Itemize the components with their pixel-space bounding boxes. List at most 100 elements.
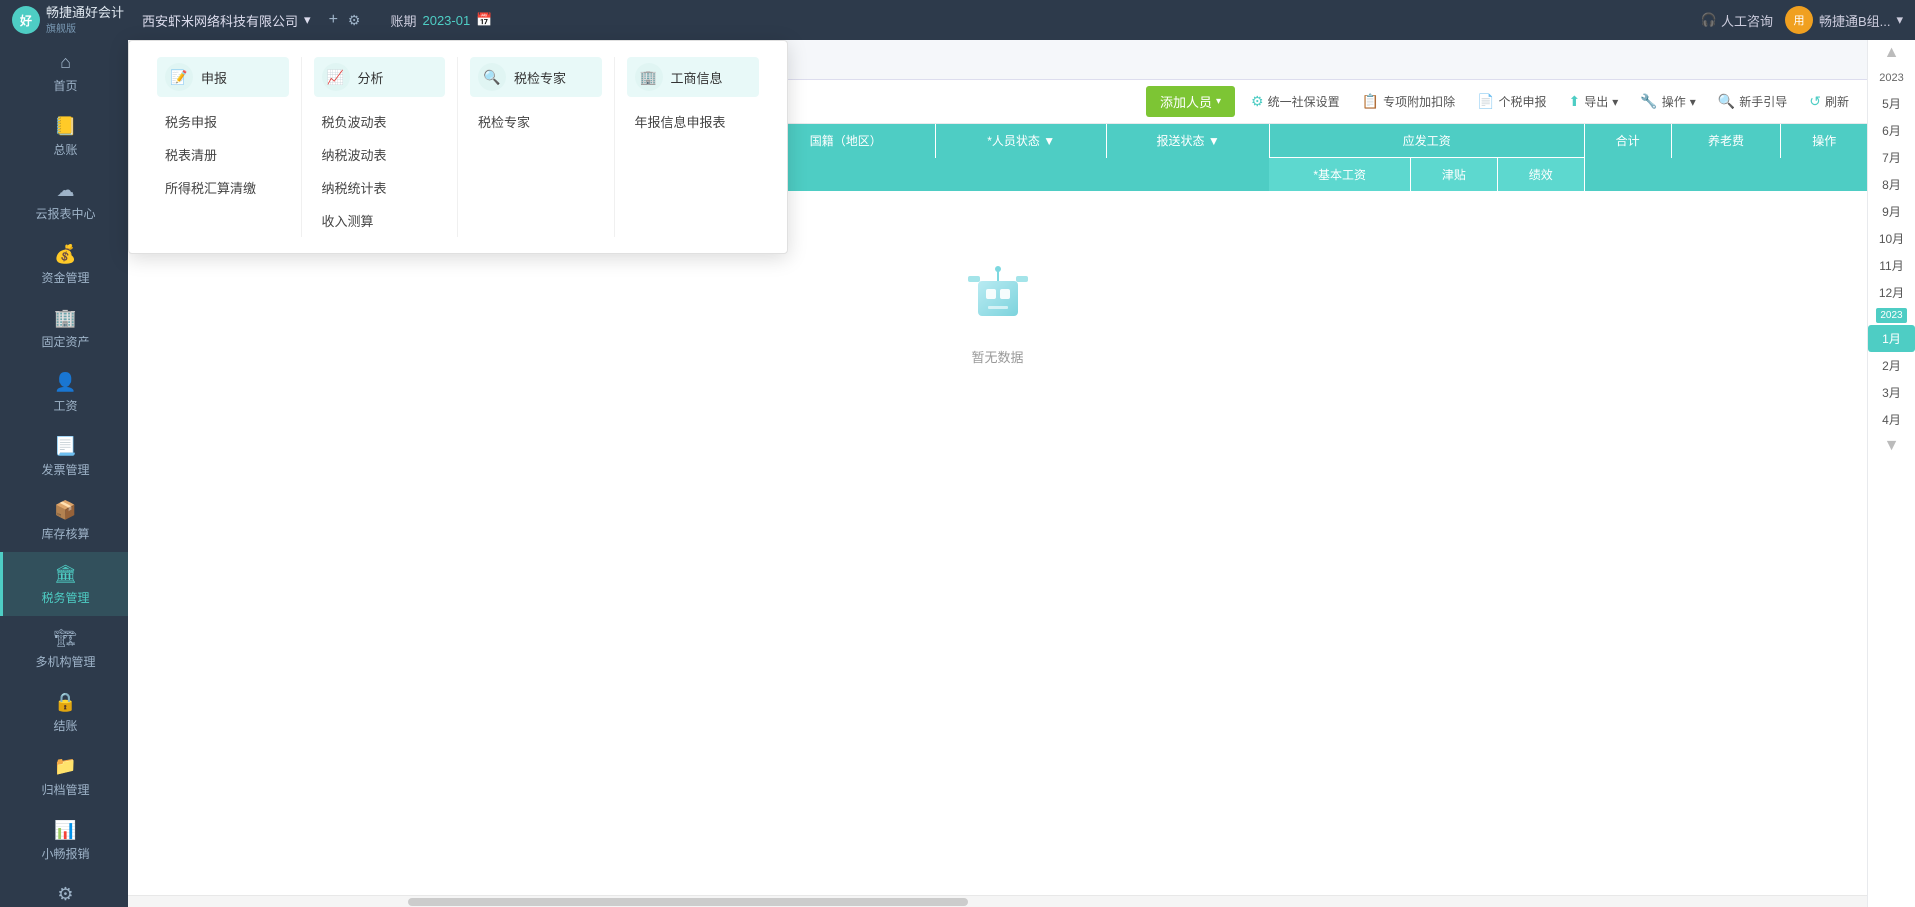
guide-icon: 🔍 [1718,93,1735,110]
timeline-month-8[interactable]: 8月 [1868,171,1915,198]
top-bar-left: 好 畅捷通好会计 旗舰版 西安虾米网络科技有限公司 ▾ + ⚙ 账期 2023-… [12,5,492,36]
add-person-button[interactable]: 添加人员 ▾ [1146,86,1235,117]
right-panel: ▲ 2023 5月 6月 7月 8月 9月 10月 11月 12月 2023 1… [1867,40,1915,907]
guide-button[interactable]: 🔍 新手引导 [1712,89,1793,114]
sidebar-label-invoice: 发票管理 [41,461,89,478]
timeline-up-button[interactable]: ▲ [1880,40,1904,66]
headset-icon: 🎧 [1701,12,1717,28]
refresh-icon: ↺ [1809,93,1821,110]
sidebar-item-tax[interactable]: 🏛 税务管理 [0,552,128,616]
chevron-down-icon: ▾ [304,12,311,28]
user-area[interactable]: 用 畅捷通B组... ▾ [1785,6,1903,34]
th-spacer2 [1584,158,1867,192]
timeline-month-11[interactable]: 11月 [1868,252,1915,279]
sidebar-item-archive[interactable]: 📁 归档管理 [0,744,128,808]
special-deduction-button[interactable]: 📋 专项附加扣除 [1356,89,1461,114]
sidebar-item-multi-org[interactable]: 🏗 多机构管理 [0,616,128,680]
business-icon: 🏢 [635,63,663,91]
settings-icon[interactable]: ⚙ [348,12,361,29]
timeline-month-2[interactable]: 2月 [1868,352,1915,379]
sidebar-item-closing[interactable]: 🔒 结账 [0,680,128,744]
tax-section-header-analysis: 📈 分析 [314,57,446,97]
operation-icon: 🔧 [1640,93,1657,110]
basic-settings-icon: ⚙ [57,884,73,905]
tax-stats-item[interactable]: 纳税统计表 [314,171,446,204]
tax-return-button[interactable]: 📄 个税申报 [1471,89,1552,114]
sidebar-item-cloud-report[interactable]: ☁ 云报表中心 [0,168,128,232]
salary-icon: 👤 [54,372,76,393]
th-payroll: 应发工资 [1269,124,1584,158]
sidebar-label-xiaochang: 小畅报销 [41,845,89,862]
company-selector[interactable]: 西安虾米网络科技有限公司 ▾ [134,7,319,34]
sidebar-item-home[interactable]: ⌂ 首页 [0,40,128,104]
expert-title: 税检专家 [514,68,566,87]
tax-section-expert: 🔍 税检专家 税检专家 [458,57,615,237]
timeline-month-3[interactable]: 3月 [1868,379,1915,406]
tax-declare-item[interactable]: 税务申报 [157,105,289,138]
xiaochang-icon: 📊 [54,820,76,841]
tax-section-declaration: 📝 申报 税务申报 税表清册 所得税汇算清缴 [145,57,302,237]
cloud-icon: ☁ [57,180,75,201]
app-title: 畅捷通好会计 [46,5,124,21]
sidebar-item-invoice[interactable]: 📃 发票管理 [0,424,128,488]
export-caret-icon: ▾ [1612,95,1618,109]
operation-button[interactable]: 🔧 操作 ▾ [1634,89,1701,114]
timeline-month-4[interactable]: 4月 [1868,406,1915,433]
top-bar: 好 畅捷通好会计 旗舰版 西安虾米网络科技有限公司 ▾ + ⚙ 账期 2023-… [0,0,1915,40]
timeline-month-7[interactable]: 7月 [1868,144,1915,171]
company-name: 西安虾米网络科技有限公司 [142,11,298,30]
income-calc-item[interactable]: 所得税汇算清缴 [157,171,289,204]
app-subtitle: 旗舰版 [46,20,124,35]
sidebar-item-inventory[interactable]: 📦 库存核算 [0,488,128,552]
tax-return-icon: 📄 [1477,93,1494,110]
tax-payment-item[interactable]: 纳税波动表 [314,138,446,171]
timeline-month-9[interactable]: 9月 [1868,198,1915,225]
declaration-icon: 📝 [165,63,193,91]
scroll-bar-thumb[interactable] [408,898,968,906]
guide-label: 新手引导 [1739,93,1787,110]
timeline-month-10[interactable]: 10月 [1868,225,1915,252]
timeline-year-2023-label: 2023 [1877,66,1905,90]
tax-burden-item[interactable]: 税负波动表 [314,105,446,138]
timeline-month-6[interactable]: 6月 [1868,117,1915,144]
service-label: 人工咨询 [1721,11,1773,30]
sidebar-item-salary[interactable]: 👤 工资 [0,360,128,424]
sidebar-item-fixed-assets[interactable]: 🏢 固定资产 [0,296,128,360]
sidebar-item-ledger[interactable]: 📒 总账 [0,104,128,168]
sidebar-label-closing: 结账 [53,717,77,734]
expert-item[interactable]: 税检专家 [470,105,602,138]
th-performance: 绩效 [1497,158,1584,192]
sidebar-item-basic-settings[interactable]: ⚙ 基础设置 [0,872,128,907]
sidebar-label-archive: 归档管理 [41,781,89,798]
refresh-button[interactable]: ↺ 刷新 [1803,89,1855,114]
export-label: 导出 [1584,93,1608,110]
sidebar-item-fund[interactable]: 💰 资金管理 [0,232,128,296]
calendar-icon[interactable]: 📅 [476,12,492,28]
sidebar-label-tax: 税务管理 [41,589,89,606]
fixed-assets-icon: 🏢 [54,308,76,329]
inventory-icon: 📦 [54,500,76,521]
logo-icon: 好 [12,6,40,34]
tax-section-analysis: 📈 分析 税负波动表 纳税波动表 纳税统计表 收入测算 [302,57,459,237]
operation-caret-icon: ▾ [1690,95,1696,109]
export-button[interactable]: ⬆ 导出 ▾ [1563,89,1625,114]
tax-form-clear-item[interactable]: 税表清册 [157,138,289,171]
service-button[interactable]: 🎧 人工咨询 [1701,11,1773,30]
declaration-title: 申报 [201,68,227,87]
timeline-month-5[interactable]: 5月 [1868,90,1915,117]
th-base-salary: *基本工资 [1269,158,1410,192]
sidebar-item-xiaochang[interactable]: 📊 小畅报销 [0,808,128,872]
social-security-button[interactable]: ⚙ 统一社保设置 [1245,89,1346,114]
income-calc2-item[interactable]: 收入测算 [314,204,446,237]
timeline-month-12[interactable]: 12月 [1868,279,1915,306]
period-info: 账期 2023-01 📅 [390,11,492,30]
add-company-icon[interactable]: + [329,11,338,29]
tax-dropdown-popup: 📝 申报 税务申报 税表清册 所得税汇算清缴 📈 分析 税负波动表 纳税波动表 … [128,40,788,254]
timeline-month-1[interactable]: 1月 [1868,325,1915,352]
timeline-down-button[interactable]: ▼ [1880,433,1904,459]
add-person-caret-icon: ▾ [1216,96,1221,107]
annual-report-item[interactable]: 年报信息申报表 [627,105,760,138]
closing-icon: 🔒 [54,692,76,713]
business-title: 工商信息 [671,68,723,87]
top-bar-right: 🎧 人工咨询 用 畅捷通B组... ▾ [1701,6,1903,34]
